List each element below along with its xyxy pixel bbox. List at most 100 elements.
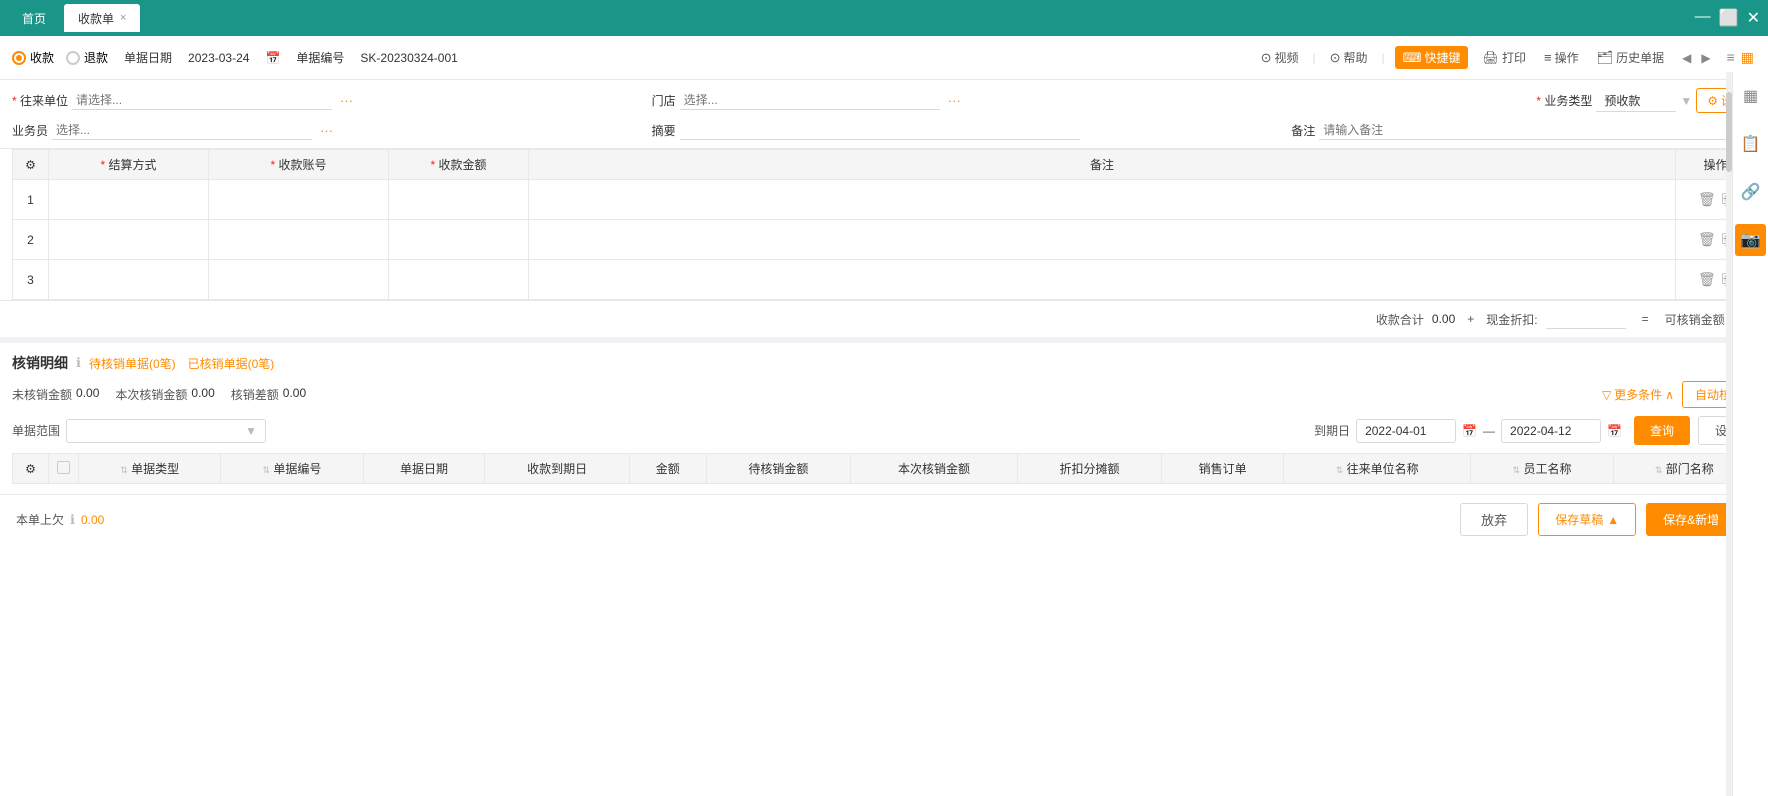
- side-camera-icon[interactable]: 📷: [1735, 224, 1767, 256]
- row-1-remark[interactable]: [529, 180, 1676, 220]
- row-2-amount[interactable]: [389, 220, 529, 260]
- hexiao-col-staff: ⇅ 员工名称: [1471, 454, 1613, 484]
- more-conditions-btn[interactable]: ▽ 更多条件 ∧: [1602, 386, 1674, 403]
- row-1-amount[interactable]: [389, 180, 529, 220]
- summary-input[interactable]: [680, 121, 1080, 140]
- side-link-icon[interactable]: 🔗: [1735, 176, 1767, 208]
- bill-range-select[interactable]: ▼: [66, 419, 266, 443]
- row-1-payment[interactable]: [49, 180, 209, 220]
- bill-date-label: 单据日期: [124, 49, 172, 66]
- hexiao-table-wrapper: ⚙ ⇅ 单据类型 ⇅ 单据编号 单据日期: [12, 453, 1756, 484]
- unchecked-value: 0.00: [76, 386, 99, 403]
- row-1-account[interactable]: [209, 180, 389, 220]
- staff-more-btn[interactable]: ···: [316, 123, 337, 138]
- collect-total-value: 0.00: [1432, 312, 1455, 326]
- row-2-delete-icon[interactable]: 🗑: [1698, 231, 1716, 248]
- hexiao-tab-pending[interactable]: 待核销单据(0笔): [89, 355, 176, 372]
- abandon-btn[interactable]: 放弃: [1460, 503, 1528, 536]
- history-btn[interactable]: 🗂 历史单据: [1593, 47, 1669, 68]
- scroll-indicator[interactable]: [1726, 72, 1732, 796]
- store-input[interactable]: [680, 91, 940, 110]
- staff-input[interactable]: [52, 121, 312, 140]
- bill-date-value: 2023-03-24: [188, 51, 249, 65]
- operation-label: 操作: [1555, 49, 1579, 66]
- hexiao-col-settings[interactable]: ⚙: [13, 454, 49, 484]
- summary-label: 摘要: [652, 122, 676, 139]
- help-btn[interactable]: ⊙ 帮助: [1326, 47, 1372, 68]
- video-btn[interactable]: ⊙ 视频: [1257, 47, 1303, 68]
- operation-btn[interactable]: ≡ 操作: [1540, 47, 1583, 68]
- nav-arrows: ◀ ▶: [1678, 49, 1714, 67]
- hexiao-stats-row: 未核销金额 0.00 本次核销金额 0.00 核销差额 0.00 ▽ 更多条件 …: [12, 381, 1756, 408]
- table-col-settings[interactable]: ⚙: [13, 150, 49, 180]
- hexiao-col-bill-date: 单据日期: [363, 454, 485, 484]
- side-doc-icon[interactable]: 📋: [1735, 128, 1767, 160]
- remark-input[interactable]: [1319, 121, 1756, 140]
- save-draft-btn[interactable]: 保存草稿 ▲: [1538, 503, 1636, 536]
- bill-date-calendar-icon[interactable]: 📅: [265, 51, 280, 65]
- radio-receive[interactable]: 收款: [12, 49, 54, 66]
- radio-return[interactable]: 退款: [66, 49, 108, 66]
- query-btn[interactable]: 查询: [1634, 416, 1690, 445]
- row-2-account[interactable]: [209, 220, 389, 260]
- scroll-thumb[interactable]: [1726, 92, 1732, 172]
- bill-range-dropdown-icon[interactable]: ▼: [245, 424, 257, 438]
- history-label: 历史单据: [1616, 49, 1664, 66]
- hexiao-section: 核销明细 ℹ 待核销单据(0笔) 已核销单据(0笔) 未核销金额 0.00 本次…: [0, 337, 1768, 494]
- save-draft-dropdown-icon[interactable]: ▲: [1607, 513, 1619, 527]
- window-close-icon[interactable]: ✕: [1747, 8, 1760, 28]
- row-2-payment[interactable]: [49, 220, 209, 260]
- table-settings-icon[interactable]: ⚙: [25, 158, 36, 172]
- hexiao-title-row: 核销明细 ℹ 待核销单据(0笔) 已核销单据(0笔): [12, 353, 1756, 373]
- business-type-select[interactable]: 预收款 ▼: [1596, 90, 1692, 112]
- view-grid-icon[interactable]: ▦: [1739, 47, 1756, 68]
- row-3-delete-icon[interactable]: 🗑: [1698, 271, 1716, 288]
- due-date-from-input[interactable]: [1356, 419, 1456, 443]
- sep1: |: [1313, 51, 1316, 65]
- more-conditions-label: 更多条件: [1614, 386, 1662, 403]
- window-restore-icon[interactable]: ⬜: [1719, 8, 1739, 28]
- nav-next-icon[interactable]: ▶: [1697, 49, 1714, 67]
- tab-active[interactable]: 收款单 ×: [64, 4, 140, 32]
- window-minimize-icon[interactable]: —: [1695, 8, 1711, 28]
- nav-prev-icon[interactable]: ◀: [1678, 49, 1695, 67]
- collect-total-label: 收款合计: [1376, 311, 1424, 328]
- row-3-account[interactable]: [209, 260, 389, 300]
- due-date-from-calendar-icon[interactable]: 📅: [1462, 424, 1477, 438]
- hexiao-info-icon[interactable]: ℹ: [76, 355, 81, 371]
- tab-home[interactable]: 首页: [8, 4, 60, 32]
- business-type-dropdown-icon[interactable]: ▼: [1680, 94, 1692, 108]
- print-icon: 🖨: [1482, 50, 1499, 66]
- tab-close-icon[interactable]: ×: [120, 12, 126, 24]
- hexiao-filter-row: 单据范围 ▼ 到期日 📅 — 📅 查询 设置: [12, 416, 1756, 445]
- discount-label: 现金折扣:: [1486, 311, 1537, 328]
- select-all-checkbox[interactable]: [57, 461, 70, 474]
- table-col-remark: 备注: [529, 150, 1676, 180]
- due-date-to-input[interactable]: [1501, 419, 1601, 443]
- row-3-amount[interactable]: [389, 260, 529, 300]
- due-date-to-calendar-icon[interactable]: 📅: [1607, 424, 1622, 438]
- view-list-icon[interactable]: ≡: [1725, 47, 1737, 68]
- store-more-btn[interactable]: ···: [944, 93, 965, 108]
- this-bill-info-icon[interactable]: ℹ: [70, 512, 75, 528]
- table-col-amount: * 收款金额: [389, 150, 529, 180]
- hexiao-col-checkbox[interactable]: [49, 454, 79, 484]
- can-collect-label: 可核销金额: [1665, 311, 1725, 328]
- radio-receive-circle: [12, 51, 26, 65]
- print-btn[interactable]: 🖨 打印: [1478, 47, 1530, 68]
- row-3-remark[interactable]: [529, 260, 1676, 300]
- counterpart-input[interactable]: [72, 91, 332, 110]
- footer-plus: +: [1467, 312, 1474, 326]
- discount-input[interactable]: [1546, 309, 1626, 329]
- side-table-icon[interactable]: ▦: [1737, 80, 1764, 112]
- sep2: |: [1382, 51, 1385, 65]
- row-2-remark[interactable]: [529, 220, 1676, 260]
- video-label: 视频: [1274, 49, 1298, 66]
- row-1-delete-icon[interactable]: 🗑: [1698, 191, 1716, 208]
- row-3-payment[interactable]: [49, 260, 209, 300]
- shortcut-btn[interactable]: ⌨ 快捷键: [1395, 46, 1469, 69]
- counterpart-more-btn[interactable]: ···: [336, 93, 357, 108]
- row-3-num: 3: [13, 260, 49, 300]
- table-col-payment-method: * 结算方式: [49, 150, 209, 180]
- hexiao-tab-done[interactable]: 已核销单据(0笔): [188, 355, 275, 372]
